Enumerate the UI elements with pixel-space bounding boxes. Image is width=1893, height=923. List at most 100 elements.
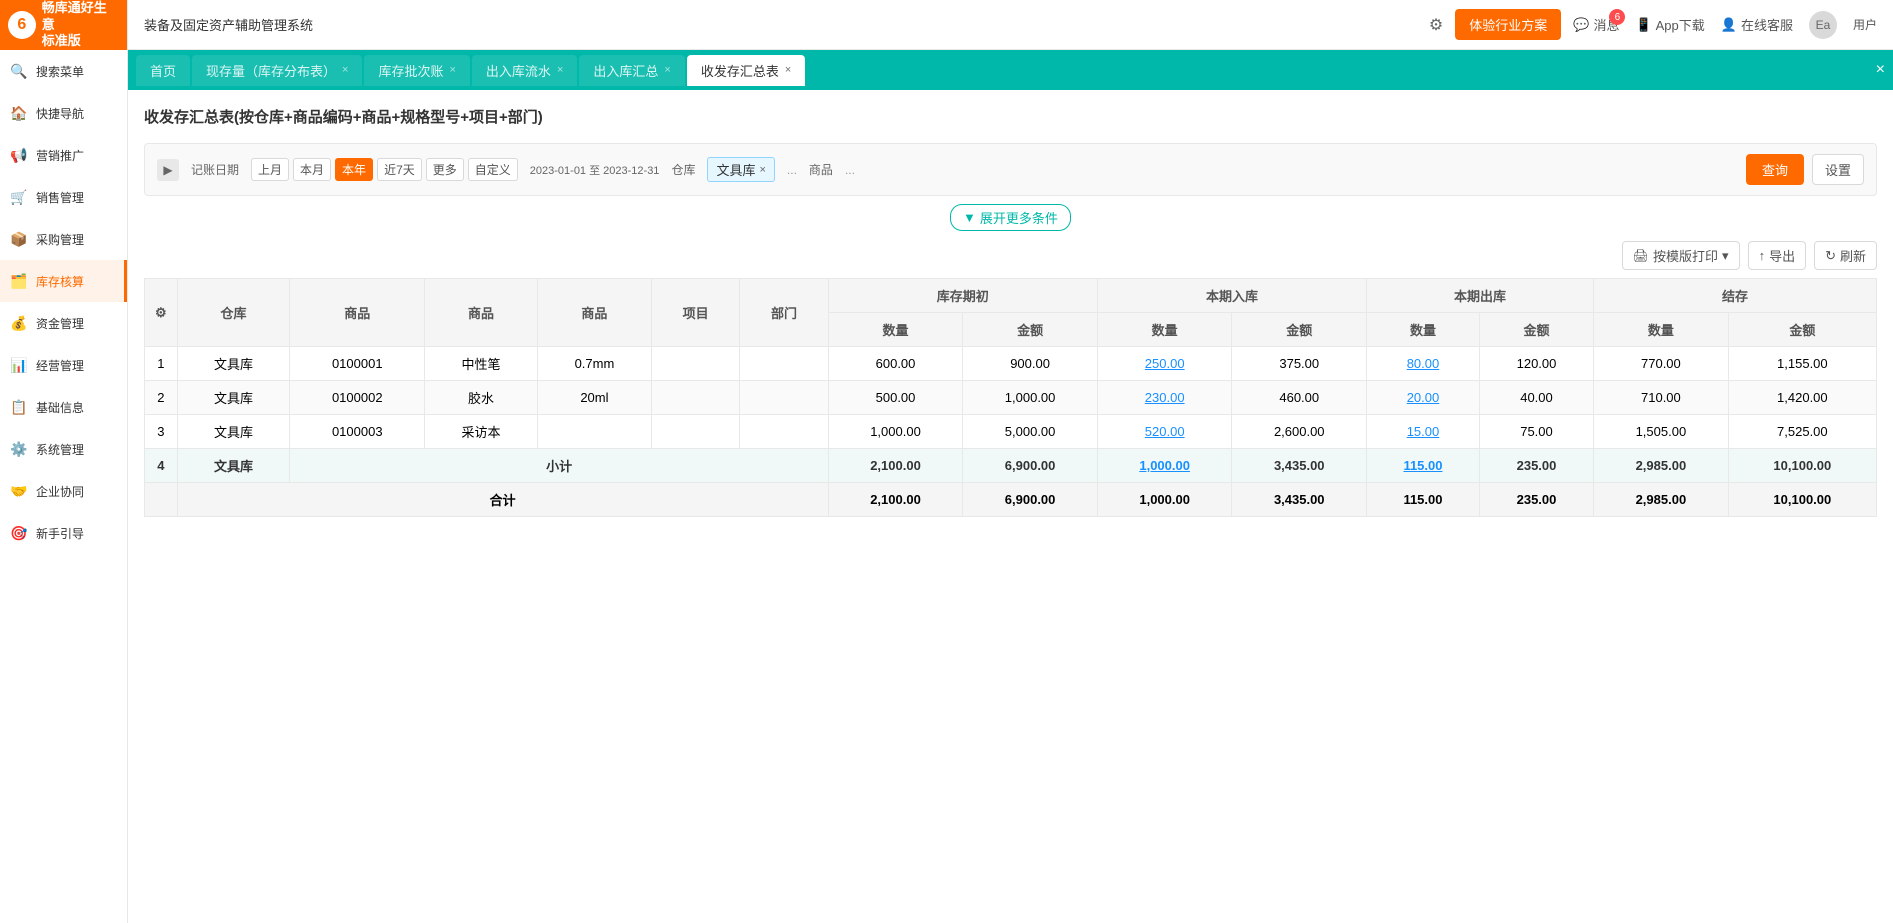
online-service-btn[interactable]: 👤 在线客服 xyxy=(1721,15,1793,34)
row-amt-out: 75.00 xyxy=(1479,415,1593,449)
filter-collapse-btn[interactable]: ▶ xyxy=(157,159,179,181)
refresh-button[interactable]: ↻ 刷新 xyxy=(1814,241,1877,270)
row-qty-out[interactable]: 15.00 xyxy=(1367,415,1480,449)
date-btn-本月[interactable]: 本月 xyxy=(293,158,331,181)
sidebar-item-guide[interactable]: 🎯 新手引导 xyxy=(0,512,127,554)
row-warehouse: 文具库 xyxy=(177,381,290,415)
settings-icon[interactable]: ⚙ xyxy=(1429,15,1443,35)
sidebar-item-basic-info[interactable]: 📋 基础信息 xyxy=(0,386,127,428)
col-group-in: 本期入库 xyxy=(1097,279,1366,313)
sidebar-item-inventory[interactable]: 🗂️ 库存核算 xyxy=(0,260,127,302)
row-no: 1 xyxy=(145,347,178,381)
col-warehouse: 仓库 xyxy=(177,279,290,347)
row-warehouse: 文具库 xyxy=(177,347,290,381)
search-icon: 🔍 xyxy=(10,62,28,80)
row-qty-in[interactable]: 230.00 xyxy=(1097,381,1232,415)
tab-close-5[interactable]: × xyxy=(785,64,791,76)
system-icon: ⚙️ xyxy=(10,440,28,458)
row-amt-begin: 900.00 xyxy=(963,347,1098,381)
row-qty-out[interactable]: 80.00 xyxy=(1367,347,1480,381)
tab-1[interactable]: 现存量（库存分布表）× xyxy=(192,55,362,86)
finance-icon: 💰 xyxy=(10,314,28,332)
tab-close-2[interactable]: × xyxy=(449,64,455,76)
sidebar-label-system: 系统管理 xyxy=(36,441,84,458)
row-dept xyxy=(740,381,828,415)
filter-actions: 查询 设置 xyxy=(1746,154,1864,185)
row-amt-out: 120.00 xyxy=(1479,347,1593,381)
footer-amt-begin: 6,900.00 xyxy=(963,483,1098,517)
row-qty-in[interactable]: 520.00 xyxy=(1097,415,1232,449)
date-btn-更多[interactable]: 更多 xyxy=(426,158,464,181)
sidebar-item-system[interactable]: ⚙️ 系统管理 xyxy=(0,428,127,470)
footer-amt-out: 235.00 xyxy=(1479,483,1593,517)
sidebar-item-enterprise[interactable]: 🤝 企业协同 xyxy=(0,470,127,512)
date-btn-近7天[interactable]: 近7天 xyxy=(377,158,422,181)
main-content: 装备及固定资产辅助管理系统 ⚙ 体验行业方案 💬 消息 6 📱 App下载 👤 … xyxy=(128,0,1893,923)
col-group-begin: 库存期初 xyxy=(828,279,1097,313)
tab-3[interactable]: 出入库流水× xyxy=(472,55,577,86)
sidebar-logo: 6 畅库通好生意 标准版 xyxy=(0,0,127,50)
tab-2[interactable]: 库存批次账× xyxy=(364,55,469,86)
sub-amt-out: 235.00 xyxy=(1479,449,1593,483)
logo-text: 畅库通好生意 标准版 xyxy=(42,0,119,50)
warehouse-value: 文具库 xyxy=(716,160,755,179)
tab-close-1[interactable]: × xyxy=(342,64,348,76)
sub-amt-in: 3,435.00 xyxy=(1232,449,1367,483)
tab-5[interactable]: 收发存汇总表 × xyxy=(687,55,805,86)
sidebar-item-sales[interactable]: 🛒 销售管理 xyxy=(0,176,127,218)
col-name: 商品 xyxy=(425,279,538,347)
export-button[interactable]: ↑ 导出 xyxy=(1748,241,1807,270)
row-qty-in[interactable]: 250.00 xyxy=(1097,347,1232,381)
quick-nav-icon: 🏠 xyxy=(10,104,28,122)
sub-qty-out[interactable]: 115.00 xyxy=(1367,449,1480,483)
topbar: 装备及固定资产辅助管理系统 ⚙ 体验行业方案 💬 消息 6 📱 App下载 👤 … xyxy=(128,0,1893,50)
print-button[interactable]: 🖨 按模版打印 ▾ xyxy=(1622,241,1740,270)
sidebar-item-marketing[interactable]: 📢 营销推广 xyxy=(0,134,127,176)
goods-more[interactable]: ... xyxy=(845,163,855,177)
sidebar-item-quick-nav[interactable]: 🏠 快捷导航 xyxy=(0,92,127,134)
footer-label: 合计 xyxy=(177,483,828,517)
warehouse-more[interactable]: ... xyxy=(787,163,797,177)
date-btn-上月[interactable]: 上月 xyxy=(251,158,289,181)
message-btn[interactable]: 💬 消息 6 xyxy=(1573,15,1619,34)
inventory-icon: 🗂️ xyxy=(10,272,28,290)
warehouse-tag-close[interactable]: × xyxy=(759,164,765,176)
row-spec: 0.7mm xyxy=(537,347,651,381)
sidebar-item-search[interactable]: 🔍 搜索菜单 xyxy=(0,50,127,92)
tab-label-5: 收发存汇总表 xyxy=(701,61,779,80)
purchase-icon: 📦 xyxy=(10,230,28,248)
query-button[interactable]: 查询 xyxy=(1746,154,1804,185)
tab-0[interactable]: 首页 xyxy=(136,55,190,86)
table-settings-icon[interactable]: ⚙ xyxy=(145,279,178,347)
tab-4[interactable]: 出入库汇总× xyxy=(579,55,684,86)
sidebar-item-operations[interactable]: 📊 经营管理 xyxy=(0,344,127,386)
row-project xyxy=(652,381,740,415)
expand-button[interactable]: ▼ 展开更多条件 xyxy=(950,204,1071,231)
date-btn-自定义[interactable]: 自定义 xyxy=(468,158,518,181)
sidebar-item-purchase[interactable]: 📦 采购管理 xyxy=(0,218,127,260)
tab-close-3[interactable]: × xyxy=(557,64,563,76)
row-dept xyxy=(740,415,828,449)
refresh-label: 刷新 xyxy=(1840,246,1866,265)
online-service-label: 在线客服 xyxy=(1741,15,1793,34)
tab-close-4[interactable]: × xyxy=(664,64,670,76)
row-spec xyxy=(537,415,651,449)
row-amt-in: 460.00 xyxy=(1232,381,1367,415)
sub-qty-in[interactable]: 1,000.00 xyxy=(1097,449,1232,483)
app-download-btn[interactable]: 📱 App下载 xyxy=(1635,15,1704,34)
page-content: 收发存汇总表(按仓库+商品编码+商品+规格型号+项目+部门) ▶ 记账日期 上月… xyxy=(128,90,1893,923)
date-btn-本年[interactable]: 本年 xyxy=(335,158,373,181)
username[interactable]: 用户 xyxy=(1853,16,1877,33)
tabs-close-all[interactable]: × xyxy=(1876,61,1885,79)
subtotal-row: 4 文具库 小计 2,100.00 6,900.00 1,000.00 3,43… xyxy=(145,449,1877,483)
enterprise-icon: 🤝 xyxy=(10,482,28,500)
avatar: Ea xyxy=(1809,11,1837,39)
row-qty-out[interactable]: 20.00 xyxy=(1367,381,1480,415)
col-project: 项目 xyxy=(652,279,740,347)
trial-button[interactable]: 体验行业方案 xyxy=(1455,9,1561,40)
sub-qty-end: 2,985.00 xyxy=(1594,449,1729,483)
sidebar-item-finance[interactable]: 💰 资金管理 xyxy=(0,302,127,344)
filter-settings-button[interactable]: 设置 xyxy=(1812,154,1864,185)
sidebar: 6 畅库通好生意 标准版 🔍 搜索菜单 🏠 快捷导航 📢 营销推广 🛒 销售管理… xyxy=(0,0,128,923)
guide-icon: 🎯 xyxy=(10,524,28,542)
